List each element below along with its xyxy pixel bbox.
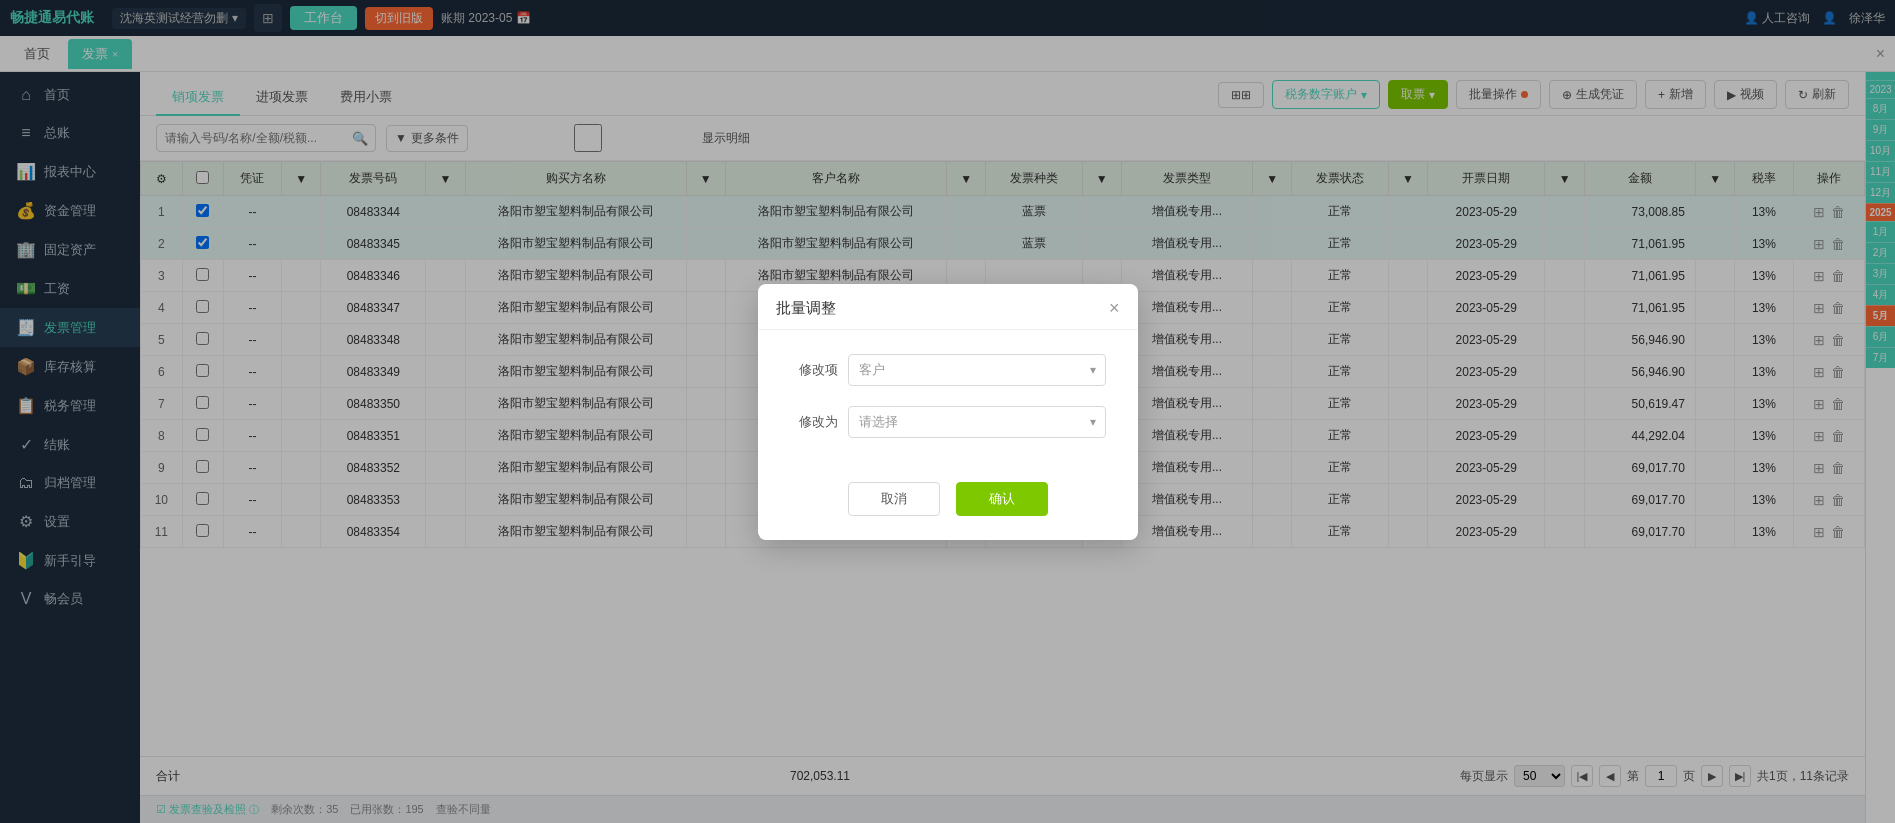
modal-body: 修改项 客户 ▾ 修改为 请选择 ▾ xyxy=(758,330,1138,482)
modal-field-row: 修改项 客户 ▾ xyxy=(790,354,1106,386)
modal-change-to-label: 修改为 xyxy=(790,413,838,431)
modal-overlay[interactable]: 批量调整 × 修改项 客户 ▾ 修改为 请选择 ▾ xyxy=(0,0,1895,823)
batch-adjust-modal: 批量调整 × 修改项 客户 ▾ 修改为 请选择 ▾ xyxy=(758,284,1138,540)
modal-field-select-wrap: 客户 ▾ xyxy=(848,354,1106,386)
modal-footer: 取消 确认 xyxy=(758,482,1138,540)
modal-close-btn[interactable]: × xyxy=(1109,298,1120,319)
modal-field-select[interactable]: 客户 xyxy=(848,354,1106,386)
modal-header: 批量调整 × xyxy=(758,284,1138,330)
modal-confirm-btn[interactable]: 确认 xyxy=(956,482,1048,516)
modal-change-to-row: 修改为 请选择 ▾ xyxy=(790,406,1106,438)
modal-cancel-btn[interactable]: 取消 xyxy=(848,482,940,516)
modal-title: 批量调整 xyxy=(776,299,836,318)
modal-change-to-select[interactable]: 请选择 xyxy=(848,406,1106,438)
modal-change-to-select-wrap: 请选择 ▾ xyxy=(848,406,1106,438)
modal-field-label: 修改项 xyxy=(790,361,838,379)
